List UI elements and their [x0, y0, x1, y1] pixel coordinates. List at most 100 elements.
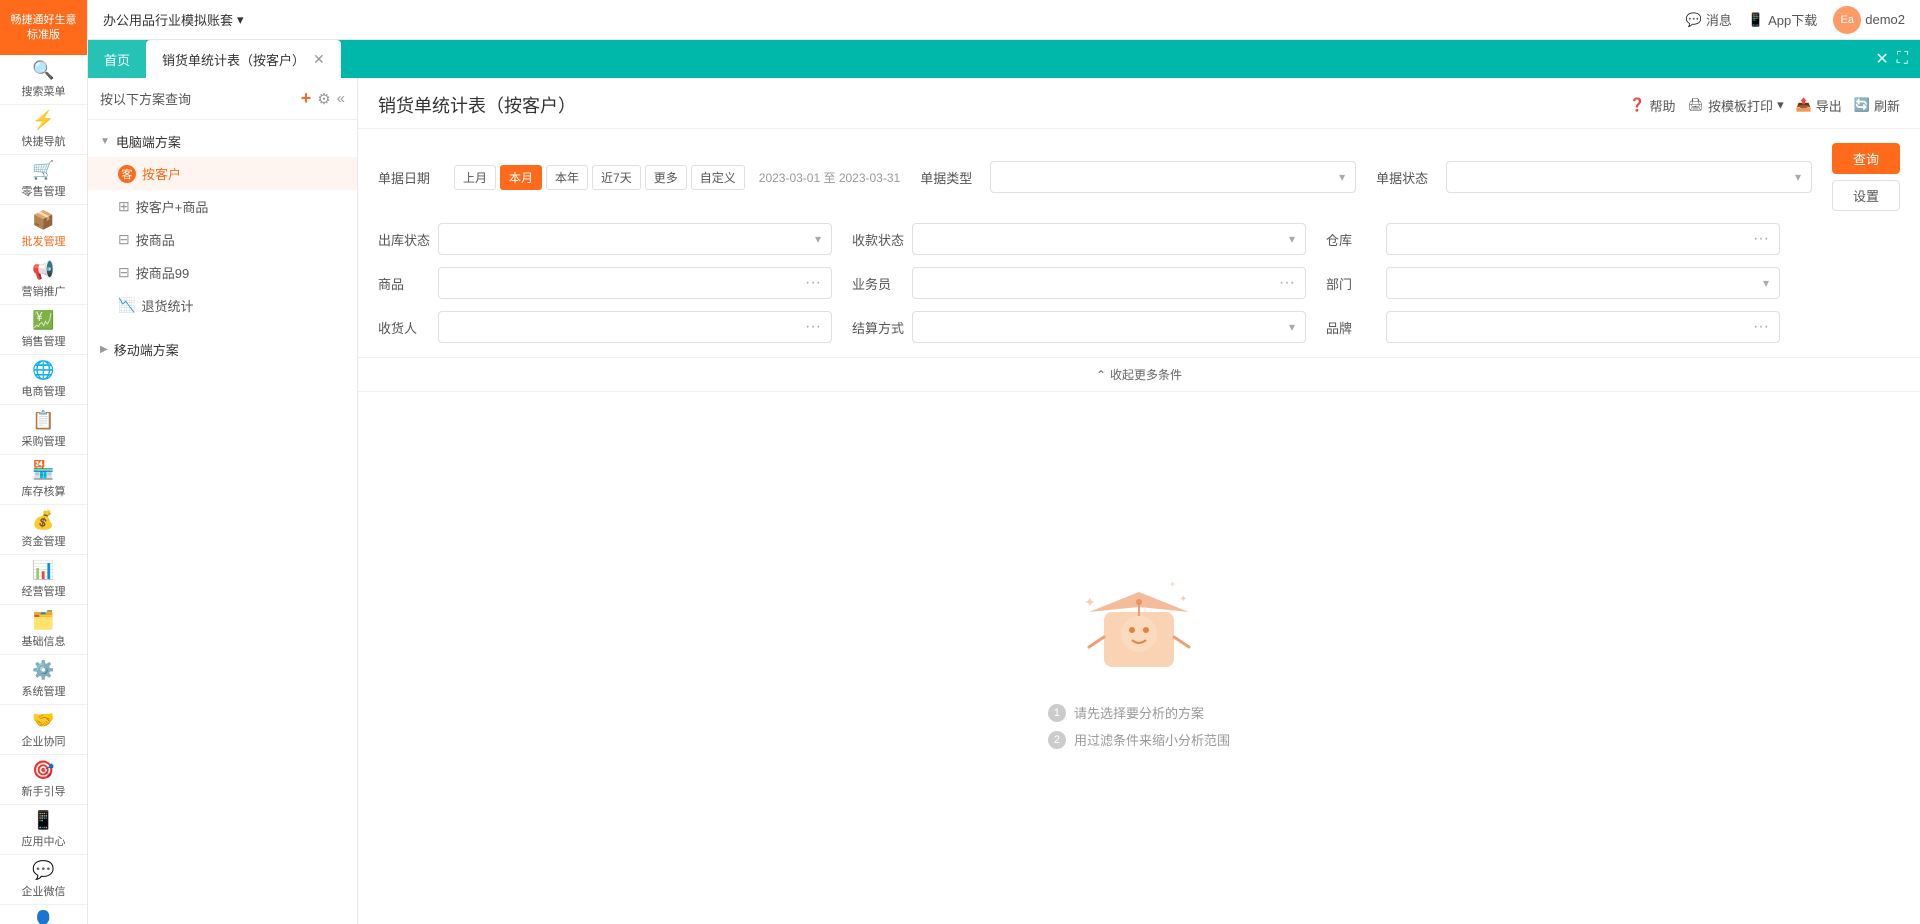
left-panel-title: 按以下方案查询 — [100, 89, 191, 108]
date-btn-this-month[interactable]: 本月 — [500, 165, 542, 190]
sidebar-item-system[interactable]: ⚙️ 系统管理 — [0, 655, 87, 705]
product-label: 商品 — [378, 274, 438, 293]
operations-icon: 📊 — [32, 560, 54, 581]
product-icon: ⊟ — [118, 231, 130, 248]
warehouse-dots[interactable]: ··· — [1753, 230, 1769, 248]
query-btn-group: 查询 设置 — [1832, 143, 1900, 211]
sidebar-item-finance[interactable]: 💰 资金管理 — [0, 505, 87, 555]
receiver-dots[interactable]: ··· — [805, 318, 821, 336]
shipment-status-control[interactable]: ▾ — [438, 223, 832, 255]
filter-area: 单据日期 上月 本月 本年 近7天 更多 自定义 2023-03-01 至 20… — [358, 129, 1920, 358]
tree-item-by-product[interactable]: ⊟ 按商品 — [88, 223, 357, 256]
tree-group-mobile[interactable]: ▶ 移动端方案 — [88, 334, 357, 365]
query-btn[interactable]: 查询 — [1832, 143, 1900, 174]
tree-item-by-product-label: 按商品 — [136, 230, 175, 249]
sidebar-item-corp-wechat[interactable]: 💬 企业微信 — [0, 855, 87, 905]
salesperson-control[interactable]: ··· — [912, 267, 1306, 299]
collapse-bar[interactable]: ⌃ 收起更多条件 — [358, 358, 1920, 392]
sidebar-item-enterprise[interactable]: 🤝 企业协同 — [0, 705, 87, 755]
date-btn-last-7-days[interactable]: 近7天 — [592, 165, 641, 190]
export-label: 导出 — [1816, 96, 1842, 115]
empty-illustration: ✦ ✦ ✦ — [1064, 567, 1214, 687]
date-btn-custom[interactable]: 自定义 — [691, 165, 745, 190]
refresh-label: 刷新 — [1874, 96, 1900, 115]
sidebar-item-basic-info[interactable]: 🗂️ 基础信息 — [0, 605, 87, 655]
filter-receiver-field: 收货人 ··· — [378, 311, 832, 343]
template-print-arrow: ▾ — [1777, 97, 1784, 113]
sidebar-item-newbie[interactable]: 🎯 新手引导 — [0, 755, 87, 805]
app-download-btn[interactable]: 📱 App下载 — [1748, 10, 1817, 29]
account-dropdown[interactable]: 办公用品行业模拟账套 ▾ — [103, 10, 244, 29]
tree-item-by-customer-product[interactable]: ⊞ 按客户+商品 — [88, 190, 357, 223]
settings-btn[interactable]: 设置 — [1832, 180, 1900, 211]
tab-home[interactable]: 首页 — [88, 40, 146, 78]
tab-maximize-btn[interactable]: ⛶ — [1897, 50, 1908, 68]
collapse-up-icon: ⌃ — [1096, 368, 1106, 382]
sidebar-item-member[interactable]: 👤 畅会员 — [0, 905, 87, 924]
help-label: 帮助 — [1650, 96, 1676, 115]
left-panel-add-btn[interactable]: + — [301, 88, 312, 109]
tab-minimize-btn[interactable]: ✕ — [1875, 49, 1888, 69]
avatar: Ea — [1833, 6, 1861, 34]
brand-control[interactable]: ··· — [1386, 311, 1780, 343]
left-panel-actions: + ⚙ « — [301, 88, 345, 109]
receiver-control[interactable]: ··· — [438, 311, 832, 343]
product-control[interactable]: ··· — [438, 267, 832, 299]
date-btn-this-year[interactable]: 本年 — [546, 165, 588, 190]
tree-item-by-customer[interactable]: 客 按客户 — [88, 157, 357, 190]
message-icon: 💬 — [1686, 12, 1702, 28]
sidebar-item-search-menu[interactable]: 🔍 搜索菜单 — [0, 55, 87, 105]
sidebar-item-finance-label: 资金管理 — [22, 533, 66, 549]
sidebar-item-marketing[interactable]: 📢 营销推广 — [0, 255, 87, 305]
tree-group-desktop[interactable]: ▼ 电脑端方案 — [88, 126, 357, 157]
payment-status-control[interactable]: ▾ — [912, 223, 1306, 255]
export-btn[interactable]: 📤 导出 — [1796, 96, 1842, 115]
date-btn-last-month[interactable]: 上月 — [454, 165, 496, 190]
date-range-text: 2023-03-01 至 2023-03-31 — [759, 169, 900, 186]
sidebar-item-app-center[interactable]: 📱 应用中心 — [0, 805, 87, 855]
sidebar-item-search-menu-label: 搜索菜单 — [22, 83, 66, 99]
doc-type-control[interactable]: ▾ — [990, 161, 1356, 193]
tree-item-return-stats[interactable]: 📉 退货统计 — [88, 289, 357, 322]
sidebar-item-sales-mgmt-label: 销售管理 — [22, 333, 66, 349]
sidebar-item-enterprise-label: 企业协同 — [22, 733, 66, 749]
help-icon: ❓ — [1629, 97, 1645, 113]
salesperson-dots[interactable]: ··· — [1279, 274, 1295, 292]
sidebar-item-retail[interactable]: 🛒 零售管理 — [0, 155, 87, 205]
app-download-label: App下载 — [1768, 10, 1817, 29]
sidebar-item-purchase[interactable]: 📋 采购管理 — [0, 405, 87, 455]
tab-close-btn[interactable]: ✕ — [313, 51, 325, 68]
sidebar-item-quick-nav[interactable]: ⚡ 快捷导航 — [0, 105, 87, 155]
doc-status-arrow: ▾ — [1795, 170, 1801, 184]
message-btn[interactable]: 💬 消息 — [1686, 10, 1732, 29]
refresh-btn[interactable]: 🔄 刷新 — [1854, 96, 1900, 115]
tree-group-mobile-label: 移动端方案 — [114, 340, 179, 359]
sidebar-item-corp-wechat-label: 企业微信 — [22, 883, 66, 899]
left-panel-settings-btn[interactable]: ⚙ — [317, 90, 330, 108]
receiver-label: 收货人 — [378, 318, 438, 337]
brand-dots[interactable]: ··· — [1753, 318, 1769, 336]
department-arrow: ▾ — [1763, 276, 1769, 290]
tree-item-by-product-99[interactable]: ⊟ 按商品99 — [88, 256, 357, 289]
help-btn[interactable]: ❓ 帮助 — [1629, 96, 1675, 115]
template-print-btn[interactable]: 🖨 按模板打印 ▾ — [1688, 96, 1784, 115]
enterprise-icon: 🤝 — [32, 710, 54, 731]
settlement-control[interactable]: ▾ — [912, 311, 1306, 343]
doc-status-control[interactable]: ▾ — [1446, 161, 1812, 193]
sidebar-item-ecommerce[interactable]: 🌐 电商管理 — [0, 355, 87, 405]
sidebar-item-wholesale[interactable]: 📦 批发管理 — [0, 205, 87, 255]
tab-sales-stats[interactable]: 销货单统计表（按客户） ✕ — [146, 40, 341, 78]
user-profile[interactable]: Ea demo2 — [1833, 6, 1905, 34]
sidebar-item-sales-mgmt[interactable]: 💹 销售管理 — [0, 305, 87, 355]
sidebar-item-inventory[interactable]: 🏪 库存核算 — [0, 455, 87, 505]
product-dots[interactable]: ··· — [805, 274, 821, 292]
left-panel-collapse-btn[interactable]: « — [337, 90, 345, 107]
date-btn-more[interactable]: 更多 — [645, 165, 687, 190]
export-icon: 📤 — [1796, 97, 1812, 113]
user-name: demo2 — [1865, 12, 1905, 27]
warehouse-control[interactable]: ··· — [1386, 223, 1780, 255]
tree-group-desktop-arrow: ▼ — [100, 136, 110, 147]
sidebar-item-operations[interactable]: 📊 经营管理 — [0, 555, 87, 605]
department-control[interactable]: ▾ — [1386, 267, 1780, 299]
page-header: 销货单统计表（按客户） ❓ 帮助 🖨 按模板打印 ▾ 📤 导出 — [358, 78, 1920, 129]
